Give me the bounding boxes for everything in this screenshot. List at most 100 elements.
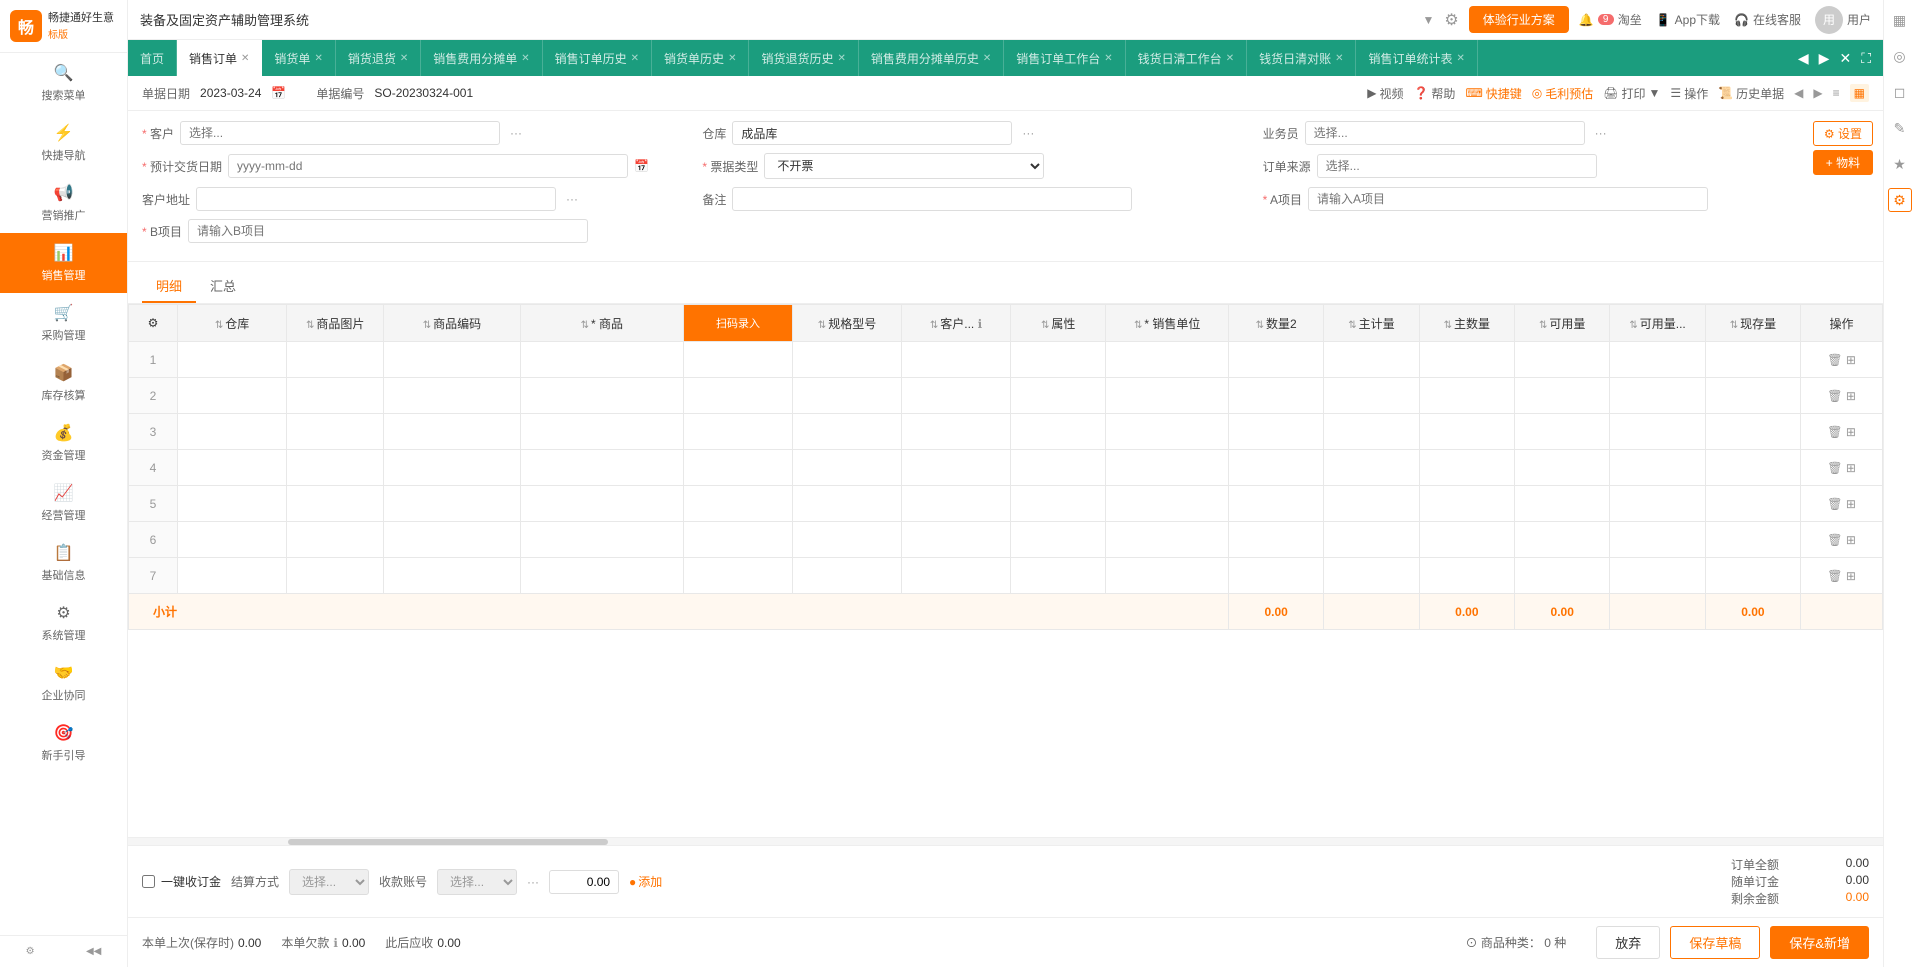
tab-slip-history[interactable]: 销货单历史 ✕ xyxy=(652,40,749,76)
row-7-attribute[interactable] xyxy=(1010,558,1105,594)
delete-icon-3[interactable]: 🗑 xyxy=(1827,425,1842,439)
copy-icon-1[interactable]: ⊞ xyxy=(1846,353,1856,367)
tab-close-icon[interactable]: ✕ xyxy=(1335,53,1343,64)
row-2-warehouse[interactable] xyxy=(178,378,287,414)
row-3-attribute[interactable] xyxy=(1010,414,1105,450)
row-3-qty2[interactable] xyxy=(1228,414,1323,450)
code-sort-icon[interactable]: ⇅ xyxy=(423,320,431,331)
right-icon-settings[interactable]: ⚙ xyxy=(1888,188,1912,212)
tab-close-icon[interactable]: ✕ xyxy=(314,53,322,64)
main-qty-sort-icon[interactable]: ⇅ xyxy=(1444,320,1452,331)
row-2-main-unit[interactable] xyxy=(1324,378,1419,414)
row-2-code[interactable] xyxy=(384,378,520,414)
row-6-main-unit[interactable] xyxy=(1324,522,1419,558)
online-service-btn[interactable]: 🎧 在线客服 xyxy=(1734,11,1801,28)
row-5-stock[interactable] xyxy=(1705,486,1800,522)
row-2-product[interactable] xyxy=(520,378,683,414)
row-5-attribute[interactable] xyxy=(1010,486,1105,522)
sidebar-collapse[interactable]: ◀◀ xyxy=(86,946,101,957)
shortcut-btn[interactable]: ⌨ 快捷键 xyxy=(1465,85,1521,102)
row-7-warehouse[interactable] xyxy=(178,558,287,594)
row-6-image[interactable] xyxy=(287,522,384,558)
tab-daily-reconcile[interactable]: 钱货日清对账 ✕ xyxy=(1247,40,1356,76)
sidebar-item-operations[interactable]: 📈 经营管理 xyxy=(0,473,127,533)
next-record-icon[interactable]: ▶ xyxy=(1813,86,1822,100)
add-receipt-btn[interactable]: ● 添加 xyxy=(629,873,662,890)
salesperson-input[interactable] xyxy=(1305,121,1585,145)
right-icon-star[interactable]: ★ xyxy=(1888,152,1912,176)
tab-close-icon[interactable]: ✕ xyxy=(837,53,845,64)
row-3-customer-code[interactable] xyxy=(902,414,1011,450)
row-6-main-qty[interactable] xyxy=(1419,522,1514,558)
row-5-available2[interactable] xyxy=(1610,486,1705,522)
tab-sales-slip[interactable]: 销货单 ✕ xyxy=(262,40,335,76)
row-2-main-qty[interactable] xyxy=(1419,378,1514,414)
delete-icon-5[interactable]: 🗑 xyxy=(1827,497,1842,511)
row-2-available2[interactable] xyxy=(1610,378,1705,414)
row-6-qty2[interactable] xyxy=(1228,522,1323,558)
row-5-qty2[interactable] xyxy=(1228,486,1323,522)
product-sort-icon[interactable]: ⇅ xyxy=(581,320,589,331)
row-2-qty2[interactable] xyxy=(1228,378,1323,414)
b-project-input[interactable] xyxy=(188,219,588,243)
row-2-customer-code[interactable] xyxy=(902,378,1011,414)
sidebar-item-quick-nav[interactable]: ⚡ 快捷导航 xyxy=(0,113,127,173)
address-more-btn[interactable]: ··· xyxy=(562,192,582,206)
row-7-customer-code[interactable] xyxy=(902,558,1011,594)
tab-order-workbench[interactable]: 销售订单工作台 ✕ xyxy=(1004,40,1125,76)
spec-sort-icon[interactable]: ⇅ xyxy=(818,320,826,331)
row-5-available[interactable] xyxy=(1515,486,1610,522)
row-3-main-qty[interactable] xyxy=(1419,414,1514,450)
row-6-stock[interactable] xyxy=(1705,522,1800,558)
row-3-image[interactable] xyxy=(287,414,384,450)
payment-amount-input[interactable] xyxy=(549,870,619,894)
row-4-available[interactable] xyxy=(1515,450,1610,486)
row-3-available2[interactable] xyxy=(1610,414,1705,450)
row-6-product[interactable] xyxy=(520,522,683,558)
sidebar-item-sales[interactable]: 📊 销售管理 xyxy=(0,233,127,293)
row-7-unit[interactable] xyxy=(1106,558,1229,594)
row-6-warehouse[interactable] xyxy=(178,522,287,558)
row-1-stock[interactable] xyxy=(1705,342,1800,378)
main-unit-sort-icon[interactable]: ⇅ xyxy=(1348,320,1356,331)
order-source-input[interactable] xyxy=(1317,154,1597,178)
settlement-select[interactable]: 选择... xyxy=(289,869,369,895)
salesperson-more-btn[interactable]: ··· xyxy=(1591,126,1611,140)
row-7-main-unit[interactable] xyxy=(1324,558,1419,594)
tab-close-icon[interactable]: ✕ xyxy=(400,53,408,64)
sidebar-item-enterprise[interactable]: 🤝 企业协同 xyxy=(0,653,127,713)
user-btn[interactable]: 用 用户 xyxy=(1815,6,1871,34)
row-3-main-unit[interactable] xyxy=(1324,414,1419,450)
tab-close-icon[interactable]: ✕ xyxy=(728,53,736,64)
row-1-product[interactable] xyxy=(520,342,683,378)
attribute-sort-icon[interactable]: ⇅ xyxy=(1041,320,1049,331)
stock-sort-icon[interactable]: ⇅ xyxy=(1730,320,1738,331)
delete-icon-7[interactable]: 🗑 xyxy=(1827,569,1842,583)
tab-close-icon[interactable]: ✕ xyxy=(241,53,249,64)
row-4-product[interactable] xyxy=(520,450,683,486)
tab-close-icon[interactable]: ✕ xyxy=(1226,53,1234,64)
row-6-available[interactable] xyxy=(1515,522,1610,558)
save-new-button[interactable]: 保存&新增 xyxy=(1770,926,1869,959)
save-draft-button[interactable]: 保存草稿 xyxy=(1670,926,1760,959)
row-2-stock[interactable] xyxy=(1705,378,1800,414)
row-1-image[interactable] xyxy=(287,342,384,378)
qty2-sort-icon[interactable]: ⇅ xyxy=(1256,320,1264,331)
row-5-unit[interactable] xyxy=(1106,486,1229,522)
right-icon-circle[interactable]: ◎ xyxy=(1888,44,1912,68)
row-6-unit[interactable] xyxy=(1106,522,1229,558)
grid-view-icon[interactable]: ▦ xyxy=(1850,84,1869,102)
row-2-attribute[interactable] xyxy=(1010,378,1105,414)
image-sort-icon[interactable]: ⇅ xyxy=(306,320,314,331)
customer-input[interactable] xyxy=(180,121,500,145)
row-4-main-unit[interactable] xyxy=(1324,450,1419,486)
row-3-unit[interactable] xyxy=(1106,414,1229,450)
tab-sales-order[interactable]: 销售订单 ✕ xyxy=(177,40,262,76)
right-icon-grid[interactable]: ▦ xyxy=(1888,8,1912,32)
tab-close-icon[interactable]: ✕ xyxy=(1457,53,1465,64)
remarks-input[interactable] xyxy=(732,187,1132,211)
row-1-available[interactable] xyxy=(1515,342,1610,378)
invoice-type-select[interactable]: 不开票 xyxy=(764,153,1044,179)
customer-address-input[interactable] xyxy=(196,187,556,211)
row-3-product[interactable] xyxy=(520,414,683,450)
